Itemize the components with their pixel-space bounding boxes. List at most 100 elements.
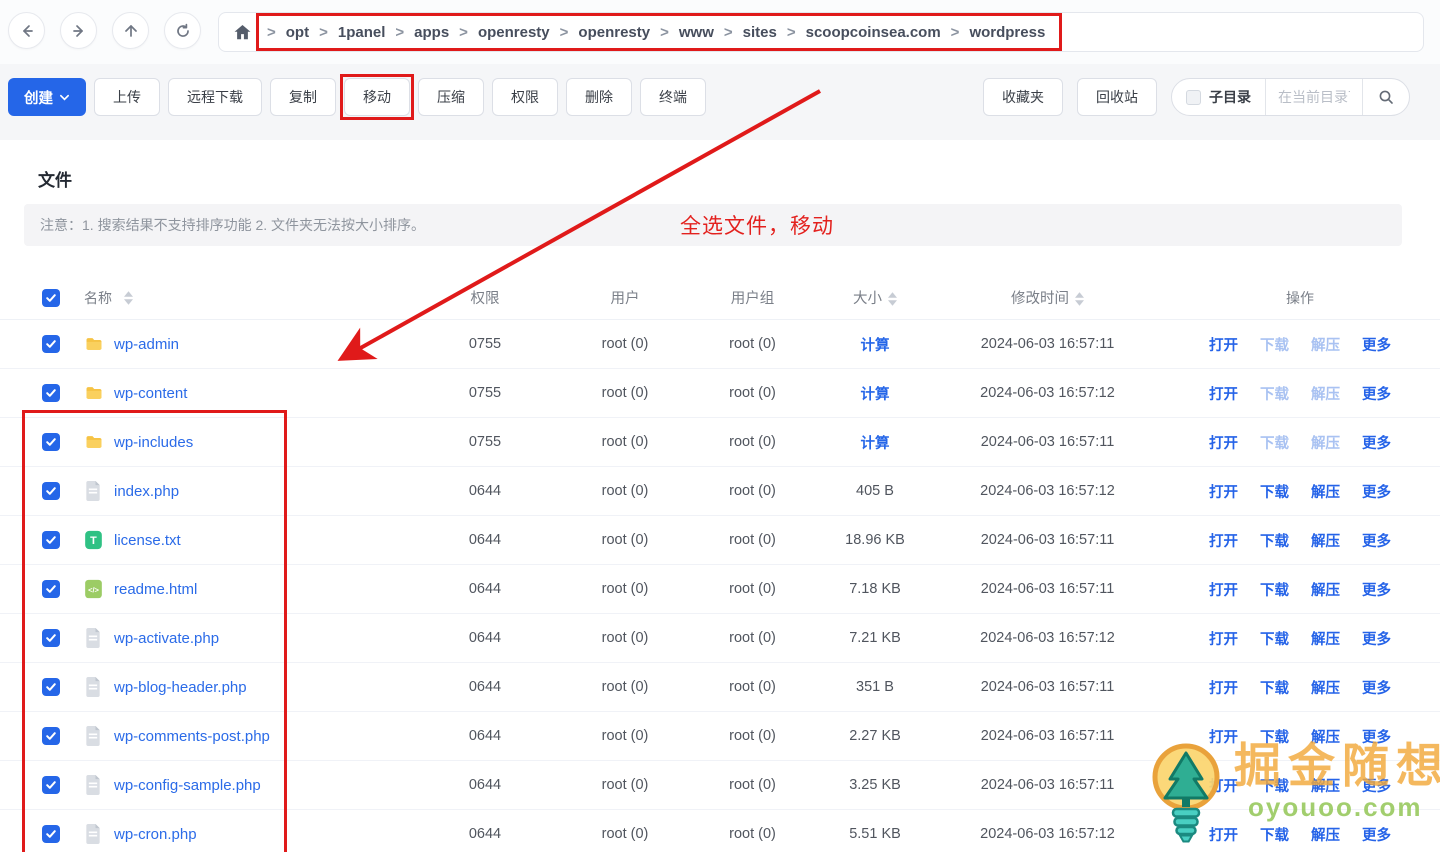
search-button[interactable] <box>1363 79 1409 115</box>
action-打开[interactable]: 打开 <box>1209 726 1238 747</box>
row-checkbox[interactable] <box>42 776 60 794</box>
action-下载[interactable]: 下载 <box>1260 481 1289 502</box>
breadcrumb-item[interactable]: openresty <box>578 24 650 41</box>
action-下载[interactable]: 下载 <box>1260 677 1289 698</box>
breadcrumb-item[interactable]: 1panel <box>338 24 386 41</box>
toolbar-button-删除[interactable]: 删除 <box>566 78 632 116</box>
action-解压[interactable]: 解压 <box>1311 579 1340 600</box>
action-打开[interactable]: 打开 <box>1209 628 1238 649</box>
action-更多[interactable]: 更多 <box>1362 432 1391 453</box>
sort-name-icon[interactable] <box>124 290 133 305</box>
breadcrumb-item[interactable]: openresty <box>478 24 550 41</box>
subdirectory-checkbox[interactable] <box>1186 89 1201 105</box>
action-更多[interactable]: 更多 <box>1362 383 1391 404</box>
toolbar-button-权限[interactable]: 权限 <box>492 78 558 116</box>
calculate-size-link[interactable]: 计算 <box>861 338 890 354</box>
favorites-button[interactable]: 收藏夹 <box>983 78 1063 116</box>
action-更多[interactable]: 更多 <box>1362 334 1391 355</box>
action-打开[interactable]: 打开 <box>1209 481 1238 502</box>
home-icon[interactable] <box>233 23 252 42</box>
row-checkbox[interactable] <box>42 482 60 500</box>
action-下载[interactable]: 下载 <box>1260 383 1289 404</box>
action-打开[interactable]: 打开 <box>1209 383 1238 404</box>
action-解压[interactable]: 解压 <box>1311 334 1340 355</box>
action-打开[interactable]: 打开 <box>1209 432 1238 453</box>
action-更多[interactable]: 更多 <box>1362 481 1391 502</box>
row-checkbox[interactable] <box>42 727 60 745</box>
action-解压[interactable]: 解压 <box>1311 530 1340 551</box>
action-下载[interactable]: 下载 <box>1260 726 1289 747</box>
sort-mtime-icon[interactable] <box>1075 292 1084 306</box>
row-checkbox[interactable] <box>42 433 60 451</box>
file-name-link[interactable]: wp-admin <box>114 336 179 353</box>
file-name-link[interactable]: wp-cron.php <box>114 826 197 843</box>
action-更多[interactable]: 更多 <box>1362 677 1391 698</box>
back-button[interactable] <box>8 12 45 49</box>
sort-size-icon[interactable] <box>888 292 897 306</box>
file-name-link[interactable]: wp-content <box>114 385 187 402</box>
action-更多[interactable]: 更多 <box>1362 579 1391 600</box>
action-下载[interactable]: 下载 <box>1260 432 1289 453</box>
breadcrumb-item[interactable]: www <box>679 24 714 41</box>
action-更多[interactable]: 更多 <box>1362 726 1391 747</box>
file-name-link[interactable]: readme.html <box>114 581 197 598</box>
action-解压[interactable]: 解压 <box>1311 677 1340 698</box>
row-checkbox[interactable] <box>42 678 60 696</box>
action-下载[interactable]: 下载 <box>1260 628 1289 649</box>
forward-button[interactable] <box>60 12 97 49</box>
create-button[interactable]: 创建 <box>8 78 86 116</box>
breadcrumb-item[interactable]: opt <box>286 24 309 41</box>
toolbar-button-终端[interactable]: 终端 <box>640 78 706 116</box>
file-name-link[interactable]: wp-includes <box>114 434 193 451</box>
breadcrumb-item[interactable]: sites <box>743 24 777 41</box>
action-解压[interactable]: 解压 <box>1311 824 1340 845</box>
row-checkbox[interactable] <box>42 384 60 402</box>
row-checkbox[interactable] <box>42 629 60 647</box>
action-更多[interactable]: 更多 <box>1362 530 1391 551</box>
calculate-size-link[interactable]: 计算 <box>861 436 890 452</box>
up-button[interactable] <box>112 12 149 49</box>
action-解压[interactable]: 解压 <box>1311 432 1340 453</box>
file-name-link[interactable]: wp-config-sample.php <box>114 777 261 794</box>
row-checkbox[interactable] <box>42 335 60 353</box>
action-更多[interactable]: 更多 <box>1362 628 1391 649</box>
breadcrumb-item[interactable]: apps <box>414 24 449 41</box>
action-解压[interactable]: 解压 <box>1311 383 1340 404</box>
action-打开[interactable]: 打开 <box>1209 334 1238 355</box>
file-name-link[interactable]: license.txt <box>114 532 181 549</box>
action-解压[interactable]: 解压 <box>1311 775 1340 796</box>
file-name-link[interactable]: wp-comments-post.php <box>114 728 270 745</box>
toolbar-button-复制[interactable]: 复制 <box>270 78 336 116</box>
breadcrumb-item[interactable]: wordpress <box>969 24 1045 41</box>
recycle-bin-button[interactable]: 回收站 <box>1077 78 1157 116</box>
file-name-link[interactable]: wp-blog-header.php <box>114 679 247 696</box>
action-打开[interactable]: 打开 <box>1209 775 1238 796</box>
action-解压[interactable]: 解压 <box>1311 726 1340 747</box>
file-name-link[interactable]: index.php <box>114 483 179 500</box>
file-name-link[interactable]: wp-activate.php <box>114 630 219 647</box>
search-input[interactable] <box>1266 89 1362 105</box>
row-checkbox[interactable] <box>42 580 60 598</box>
action-更多[interactable]: 更多 <box>1362 824 1391 845</box>
refresh-button[interactable] <box>164 12 201 49</box>
action-打开[interactable]: 打开 <box>1209 824 1238 845</box>
row-checkbox[interactable] <box>42 531 60 549</box>
action-下载[interactable]: 下载 <box>1260 579 1289 600</box>
subdirectory-toggle[interactable]: 子目录 <box>1172 79 1265 115</box>
action-更多[interactable]: 更多 <box>1362 775 1391 796</box>
action-解压[interactable]: 解压 <box>1311 628 1340 649</box>
action-下载[interactable]: 下载 <box>1260 334 1289 355</box>
action-下载[interactable]: 下载 <box>1260 775 1289 796</box>
toolbar-button-移动[interactable]: 移动 <box>340 74 414 120</box>
toolbar-button-上传[interactable]: 上传 <box>94 78 160 116</box>
calculate-size-link[interactable]: 计算 <box>861 387 890 403</box>
toolbar-button-远程下载[interactable]: 远程下载 <box>168 78 262 116</box>
action-解压[interactable]: 解压 <box>1311 481 1340 502</box>
action-打开[interactable]: 打开 <box>1209 579 1238 600</box>
action-下载[interactable]: 下载 <box>1260 530 1289 551</box>
row-checkbox[interactable] <box>42 825 60 843</box>
action-打开[interactable]: 打开 <box>1209 677 1238 698</box>
select-all-checkbox[interactable] <box>42 288 60 307</box>
action-打开[interactable]: 打开 <box>1209 530 1238 551</box>
toolbar-button-压缩[interactable]: 压缩 <box>418 78 484 116</box>
